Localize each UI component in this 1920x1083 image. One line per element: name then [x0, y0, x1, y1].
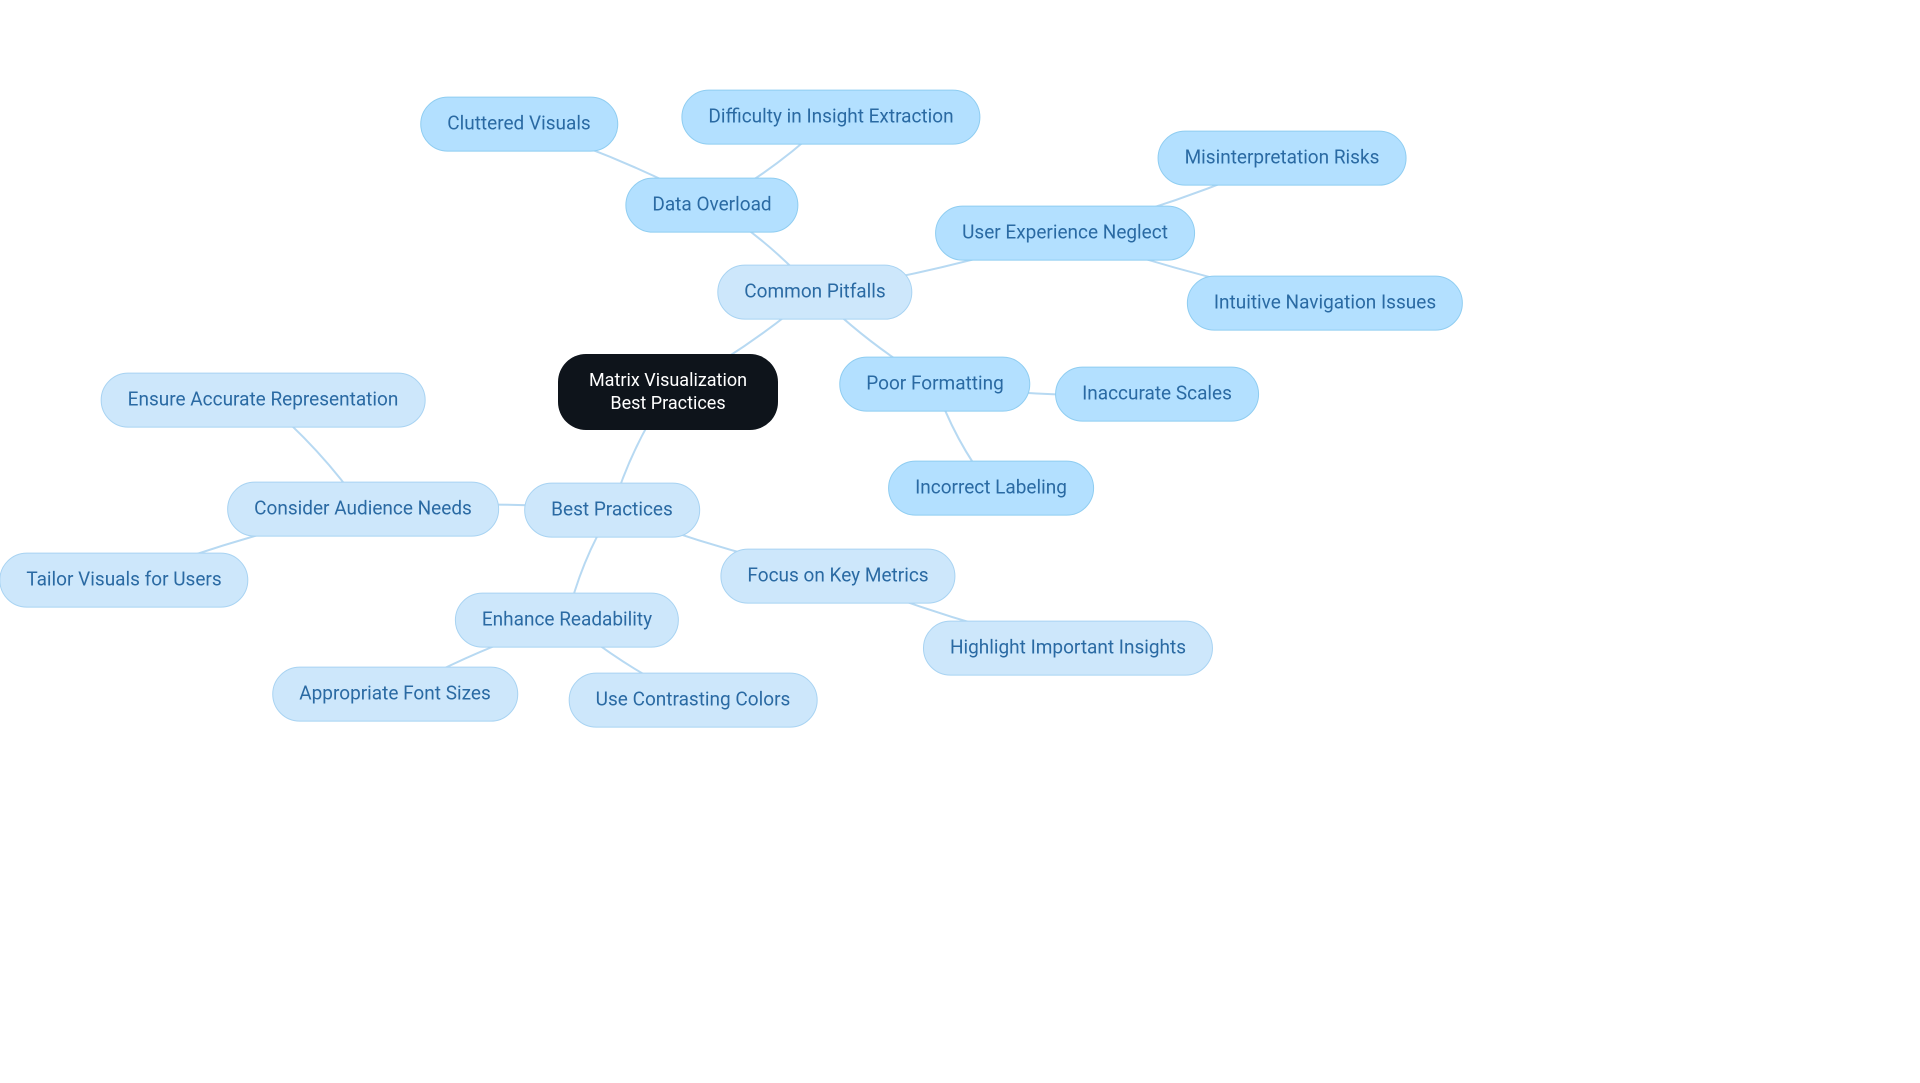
node-cluttered-visuals[interactable]: Cluttered Visuals [420, 97, 618, 152]
node-tailor-visuals[interactable]: Tailor Visuals for Users [0, 553, 249, 608]
node-key-metrics[interactable]: Focus on Key Metrics [720, 549, 955, 604]
node-incorrect-labeling[interactable]: Incorrect Labeling [888, 461, 1094, 516]
mindmap-canvas: Matrix Visualization Best Practices Comm… [0, 0, 1920, 1083]
node-navigation-issues[interactable]: Intuitive Navigation Issues [1187, 276, 1463, 331]
node-enhance-readability[interactable]: Enhance Readability [455, 593, 679, 648]
node-accurate-representation[interactable]: Ensure Accurate Representation [101, 373, 426, 428]
edge-layer [0, 0, 1920, 1083]
node-font-sizes[interactable]: Appropriate Font Sizes [272, 667, 518, 722]
node-poor-formatting[interactable]: Poor Formatting [839, 357, 1030, 412]
node-data-overload[interactable]: Data Overload [625, 178, 798, 233]
node-contrasting-colors[interactable]: Use Contrasting Colors [569, 673, 818, 728]
node-common-pitfalls[interactable]: Common Pitfalls [717, 265, 912, 320]
node-inaccurate-scales[interactable]: Inaccurate Scales [1055, 367, 1259, 422]
node-difficulty-insight[interactable]: Difficulty in Insight Extraction [681, 90, 980, 145]
node-root[interactable]: Matrix Visualization Best Practices [558, 354, 778, 430]
node-audience-needs[interactable]: Consider Audience Needs [227, 482, 499, 537]
node-misinterpretation[interactable]: Misinterpretation Risks [1158, 131, 1407, 186]
node-ux-neglect[interactable]: User Experience Neglect [935, 206, 1195, 261]
node-highlight-insights[interactable]: Highlight Important Insights [923, 621, 1213, 676]
node-best-practices[interactable]: Best Practices [524, 483, 700, 538]
